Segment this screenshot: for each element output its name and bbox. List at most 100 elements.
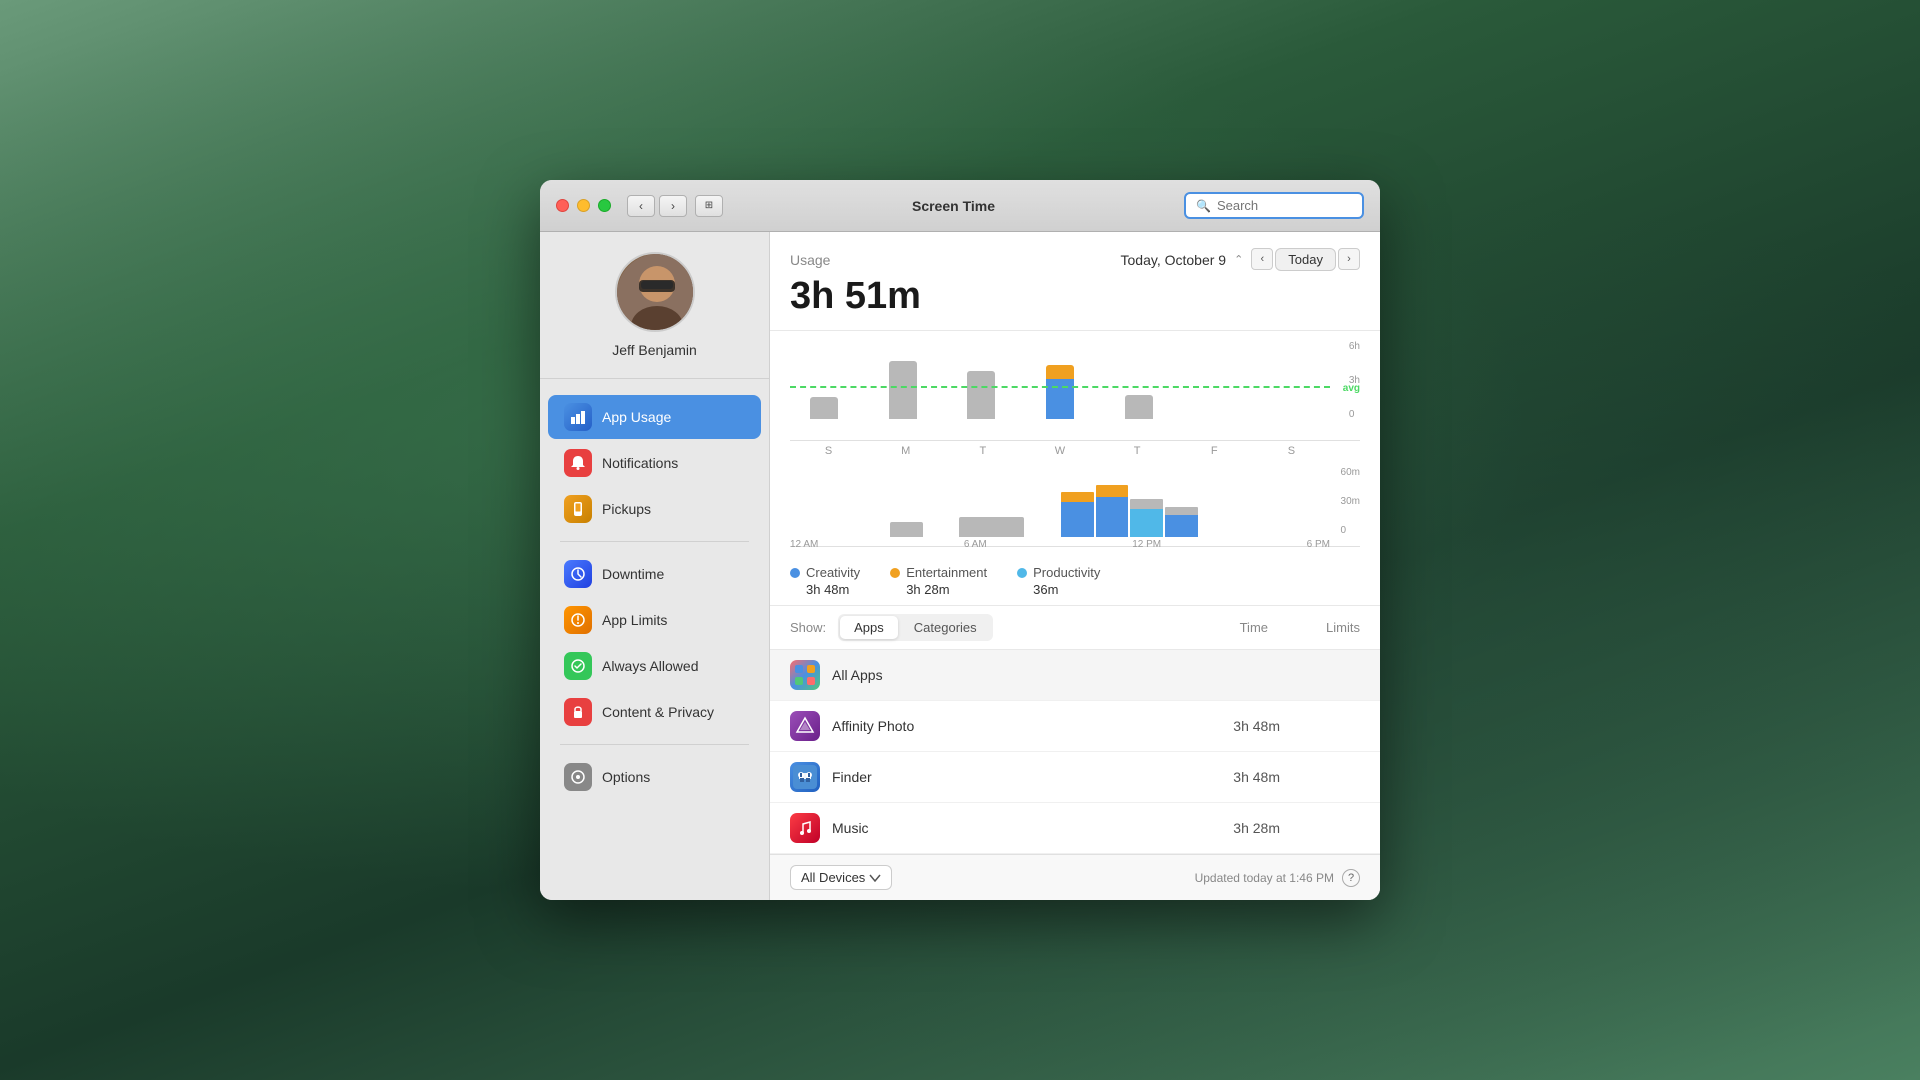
music-icon	[790, 813, 820, 843]
time-labels: 12 AM 6 AM 12 PM 6 PM	[790, 539, 1360, 550]
next-date-button[interactable]: ›	[1338, 248, 1360, 270]
maximize-button[interactable]	[598, 199, 611, 212]
sidebar-item-downtime[interactable]: Downtime	[548, 552, 761, 596]
entertainment-time: 3h 28m	[906, 582, 987, 597]
always-allowed-icon	[564, 652, 592, 680]
device-selector[interactable]: All Devices	[790, 865, 892, 890]
axis-0h: 0	[1349, 409, 1360, 420]
weekly-bar-s2	[1261, 349, 1330, 419]
avg-line	[790, 386, 1330, 388]
weekly-bar-t1	[967, 371, 995, 419]
downtime-icon	[564, 560, 592, 588]
time-6pm: 6 PM	[1307, 539, 1330, 550]
pickups-icon	[564, 495, 592, 523]
weekly-bar-s1	[810, 397, 838, 419]
search-input[interactable]	[1217, 198, 1352, 213]
productivity-dot	[1017, 568, 1027, 578]
back-button[interactable]: ‹	[627, 195, 655, 217]
avatar	[615, 252, 695, 332]
daily-bar-orange-1	[1061, 492, 1094, 502]
sidebar-item-app-limits[interactable]: App Limits	[548, 598, 761, 642]
tab-apps[interactable]: Apps	[840, 616, 898, 639]
time-12pm: 12 PM	[1132, 539, 1161, 550]
help-button[interactable]: ?	[1342, 869, 1360, 887]
tab-categories[interactable]: Categories	[900, 616, 991, 639]
sidebar-label-content-privacy: Content & Privacy	[602, 704, 714, 720]
day-t1: T	[944, 445, 1021, 457]
day-m: M	[867, 445, 944, 457]
legend-productivity: Productivity 36m	[1017, 565, 1100, 597]
sidebar-item-pickups[interactable]: Pickups	[548, 487, 761, 531]
day-w: W	[1021, 445, 1098, 457]
legend-creativity-top: Creativity	[790, 565, 860, 580]
creativity-dot	[790, 568, 800, 578]
content-privacy-icon	[564, 698, 592, 726]
window-title: Screen Time	[723, 198, 1184, 214]
axis-30m: 30m	[1341, 496, 1360, 507]
affinity-icon	[790, 711, 820, 741]
app-usage-icon	[564, 403, 592, 431]
daily-bars-container	[790, 467, 1360, 537]
daily-bar-blue-1	[1061, 502, 1094, 537]
app-row-finder[interactable]: Finder 3h 48m	[770, 752, 1380, 803]
legend: Creativity 3h 48m Entertainment 3h 28m P…	[770, 557, 1380, 606]
daily-bar-blue-2	[1096, 497, 1129, 537]
legend-entertainment: Entertainment 3h 28m	[890, 565, 987, 597]
axis-3h: 3h	[1349, 375, 1360, 386]
date-arrows: ‹ Today ›	[1251, 248, 1360, 271]
daily-bar-prod-1	[1130, 509, 1163, 537]
daily-bar-gray-3	[1130, 499, 1163, 509]
sidebar-item-content-privacy[interactable]: Content & Privacy	[548, 690, 761, 734]
notifications-icon	[564, 449, 592, 477]
search-box[interactable]: 🔍	[1184, 192, 1364, 219]
legend-entertainment-top: Entertainment	[890, 565, 987, 580]
music-time: 3h 28m	[1180, 820, 1280, 836]
show-bar: Show: Apps Categories Time Limits	[770, 606, 1380, 650]
finder-name: Finder	[832, 769, 1180, 785]
tab-group: Apps Categories	[838, 614, 993, 641]
sidebar-label-notifications: Notifications	[602, 455, 678, 471]
entertainment-dot	[890, 568, 900, 578]
minimize-button[interactable]	[577, 199, 590, 212]
day-f: F	[1176, 445, 1253, 457]
sidebar-divider-2	[560, 744, 749, 745]
sidebar-item-options[interactable]: Options	[548, 755, 761, 799]
weekly-bar-w	[1046, 365, 1074, 419]
all-apps-label: All Apps	[832, 667, 1180, 683]
productivity-label: Productivity	[1033, 565, 1100, 580]
sidebar-item-always-allowed[interactable]: Always Allowed	[548, 644, 761, 688]
weekly-bar-m	[889, 361, 917, 419]
app-row-all[interactable]: All Apps	[770, 650, 1380, 701]
app-row-music[interactable]: Music 3h 28m	[770, 803, 1380, 854]
content-area: Usage Today, October 9 ⌃ ‹ Today › 3h 51…	[770, 232, 1380, 900]
sidebar-item-notifications[interactable]: Notifications	[548, 441, 761, 485]
daily-bar-gray-4	[1165, 507, 1198, 515]
daily-bar-blue-3	[1165, 515, 1198, 537]
time-12am: 12 AM	[790, 539, 818, 550]
daily-bar-orange-2	[1096, 485, 1129, 497]
prev-date-button[interactable]: ‹	[1251, 248, 1273, 270]
today-button[interactable]: Today	[1275, 248, 1336, 271]
usage-header: Usage Today, October 9 ⌃ ‹ Today › 3h 51…	[770, 232, 1380, 331]
bottom-bar: All Devices Updated today at 1:46 PM ?	[770, 854, 1380, 900]
app-row-affinity[interactable]: Affinity Photo 3h 48m	[770, 701, 1380, 752]
nav-buttons: ‹ › ⊞	[627, 195, 723, 217]
sidebar-label-app-limits: App Limits	[602, 612, 667, 628]
usage-time: 3h 51m	[790, 275, 1360, 318]
time-6am: 6 AM	[964, 539, 987, 550]
forward-button[interactable]: ›	[659, 195, 687, 217]
sidebar-item-app-usage[interactable]: App Usage	[548, 395, 761, 439]
day-s2: S	[1253, 445, 1330, 457]
app-limits-icon	[564, 606, 592, 634]
user-name: Jeff Benjamin	[612, 342, 697, 358]
chart-daily: 60m 30m 0	[790, 467, 1360, 547]
close-button[interactable]	[556, 199, 569, 212]
chart-weekly: avg 6h 3h 0	[790, 341, 1360, 441]
traffic-lights	[556, 199, 611, 212]
sidebar-label-app-usage: App Usage	[602, 409, 671, 425]
grid-button[interactable]: ⊞	[695, 195, 723, 217]
sidebar-label-downtime: Downtime	[602, 566, 664, 582]
axis-60m: 60m	[1341, 467, 1360, 478]
weekly-bar-f	[1183, 349, 1252, 419]
legend-productivity-top: Productivity	[1017, 565, 1100, 580]
